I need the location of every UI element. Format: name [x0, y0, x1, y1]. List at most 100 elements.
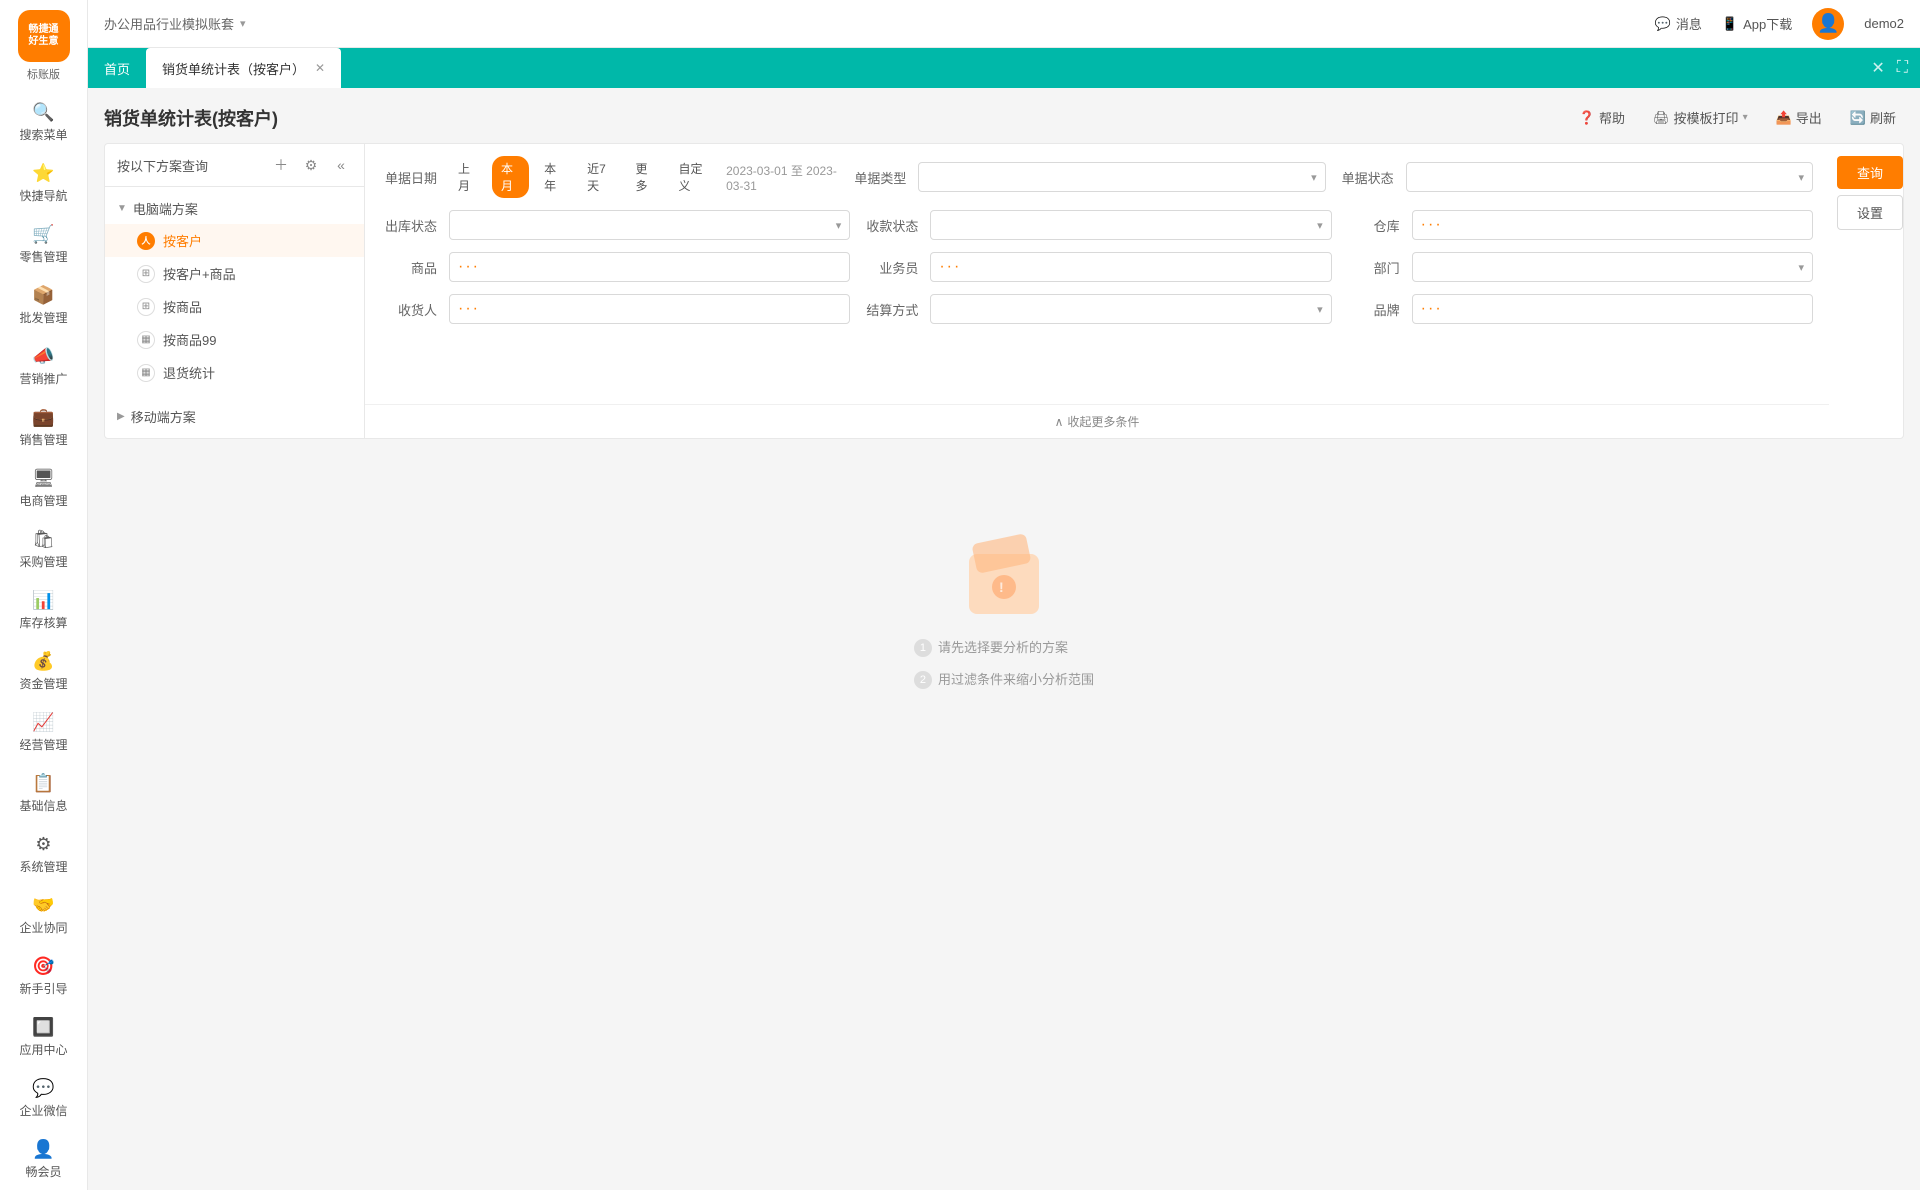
sidebar-item-wholesale[interactable]: 📦 批发管理: [0, 275, 87, 336]
empty-tips: 1 请先选择要分析的方案 2 用过滤条件来缩小分析范围: [914, 635, 1094, 693]
section-mobile-label: 移动端方案: [131, 407, 196, 426]
brand-dots: ···: [1421, 300, 1443, 318]
scheme-item-return-stat[interactable]: ▦ 退货统计: [105, 356, 364, 389]
wechat-icon: 💬: [32, 1078, 54, 1099]
refresh-btn[interactable]: 🔄 刷新: [1842, 104, 1904, 131]
ecom-icon: 🖥: [32, 468, 55, 489]
date-label: 单据日期: [381, 168, 437, 187]
by-goods-label: 按商品: [163, 297, 202, 316]
sidebar-item-ops[interactable]: 📈 经营管理: [0, 702, 87, 763]
department-select[interactable]: ▾: [1412, 252, 1813, 282]
recipient-select[interactable]: ···: [449, 294, 850, 324]
sidebar-item-sales[interactable]: 💼 销售管理: [0, 397, 87, 458]
tab-close-window-icon[interactable]: ✕: [1867, 54, 1888, 82]
filter-row-4: 收货人 ··· 结算方式 ▾ 品牌 ···: [381, 294, 1813, 324]
download-label: App下载: [1743, 14, 1792, 33]
date-btn-custom[interactable]: 自定义: [670, 156, 717, 198]
scheme-add-btn[interactable]: ＋: [270, 154, 292, 176]
appstore-icon: 🔲: [32, 1017, 54, 1038]
query-btn[interactable]: 查询: [1837, 156, 1903, 189]
app-title-dropdown[interactable]: ▾: [240, 17, 246, 30]
scheme-title: 按以下方案查询: [117, 156, 262, 175]
sidebar-item-quicknav[interactable]: ⭐ 快捷导航: [0, 153, 87, 214]
tab-home-label: 首页: [104, 59, 130, 78]
download-icon: 📱: [1722, 16, 1738, 32]
purchase-icon: 🛍: [32, 529, 55, 550]
order-type-select[interactable]: ▾: [918, 162, 1325, 192]
scheme-section-desktop-title[interactable]: ▼ 电脑端方案: [105, 193, 364, 224]
warehouse-dots: ···: [1421, 216, 1443, 234]
by-goods-99-label: 按商品99: [163, 330, 216, 349]
sidebar-item-appstore[interactable]: 🔲 应用中心: [0, 1007, 87, 1068]
scheme-item-by-customer[interactable]: 人 按客户: [105, 224, 364, 257]
scheme-item-by-customer-goods[interactable]: ⊞ 按客户+商品: [105, 257, 364, 290]
user-avatar[interactable]: 👤: [1812, 8, 1844, 40]
sidebar-item-guide[interactable]: 🎯 新手引导: [0, 946, 87, 1007]
scheme-section-mobile-title[interactable]: ▶ 移动端方案: [105, 401, 364, 432]
sidebar-item-system[interactable]: ⚙ 系统管理: [0, 824, 87, 885]
tab-home[interactable]: 首页: [88, 48, 146, 88]
sidebar-item-member[interactable]: 👤 畅会员: [0, 1129, 87, 1190]
filter-fields: 单据日期 上月 本月 本年 近7天 更多 自定义 2023-03-01 至 20…: [365, 144, 1829, 404]
sidebar-item-search[interactable]: 🔍 搜索菜单: [0, 92, 87, 153]
salesman-select[interactable]: ···: [930, 252, 1331, 282]
filter-container: 按以下方案查询 ＋ ⚙ « ▼ 电脑端方案 人 按客户: [104, 143, 1904, 439]
salesman-label: 业务员: [862, 258, 918, 277]
date-btn-thisyear[interactable]: 本年: [535, 156, 572, 198]
filter-right-wrapper: 单据日期 上月 本月 本年 近7天 更多 自定义 2023-03-01 至 20…: [365, 144, 1829, 438]
tab-close-icon[interactable]: ✕: [315, 61, 325, 75]
sidebar-item-ecom[interactable]: 🖥 电商管理: [0, 458, 87, 519]
sidebar-item-inventory[interactable]: 📊 库存核算: [0, 580, 87, 641]
ops-icon: 📈: [32, 712, 54, 733]
sidebar-item-basic[interactable]: 📋 基础信息: [0, 763, 87, 824]
appstore-label: 应用中心: [19, 1041, 67, 1058]
tip1-text: 请先选择要分析的方案: [938, 635, 1068, 661]
scheme-settings-btn[interactable]: ⚙: [300, 154, 322, 176]
app-download-btn[interactable]: 📱 App下载: [1722, 14, 1792, 33]
brand-select[interactable]: ···: [1412, 294, 1813, 324]
order-status-select[interactable]: ▾: [1406, 162, 1813, 192]
user-avatar-img: 👤: [1817, 13, 1839, 34]
scheme-panel: 按以下方案查询 ＋ ⚙ « ▼ 电脑端方案 人 按客户: [105, 144, 365, 438]
sidebar-item-corp[interactable]: 🤝 企业协同: [0, 885, 87, 946]
date-btn-7days[interactable]: 近7天: [578, 156, 620, 198]
tip1-num: 1: [914, 639, 932, 657]
out-status-select[interactable]: ▾: [449, 210, 850, 240]
sidebar-item-purchase[interactable]: 🛍 采购管理: [0, 519, 87, 580]
tab-bar: 首页 销货单统计表（按客户） ✕ ✕ ⛶: [88, 48, 1920, 88]
export-btn[interactable]: 📤 导出: [1768, 104, 1830, 131]
message-btn[interactable]: 💬 消息: [1655, 14, 1702, 33]
sales-label: 销售管理: [19, 431, 67, 448]
sidebar-item-marketing[interactable]: 📣 营销推广: [0, 336, 87, 397]
goods-select[interactable]: ···: [449, 252, 850, 282]
collapse-label: 收起更多条件: [1067, 413, 1139, 430]
guide-icon: 🎯: [32, 956, 54, 977]
section-desktop-label: 电脑端方案: [133, 199, 198, 218]
order-status-arrow: ▾: [1798, 171, 1804, 184]
collapse-bar[interactable]: ∧ 收起更多条件: [365, 404, 1829, 438]
settings-btn[interactable]: 设置: [1837, 195, 1903, 230]
sidebar-item-retail[interactable]: 🛒 零售管理: [0, 214, 87, 275]
scheme-item-by-goods-99[interactable]: ▦ 按商品99: [105, 323, 364, 356]
empty-illustration: !: [944, 519, 1064, 619]
goods-scheme-icon: ⊞: [137, 298, 155, 316]
help-btn[interactable]: ❓ 帮助: [1571, 104, 1633, 131]
scheme-item-by-goods[interactable]: ⊞ 按商品: [105, 290, 364, 323]
scheme-collapse-btn[interactable]: «: [330, 154, 352, 176]
sidebar: 畅捷通好生意 标账版 🔍 搜索菜单 ⭐ 快捷导航 🛒 零售管理 📦 批发管理 📣…: [0, 0, 88, 1190]
filter-row-3: 商品 ··· 业务员 ··· 部门 ▾: [381, 252, 1813, 282]
tab-sales-stat[interactable]: 销货单统计表（按客户） ✕: [146, 48, 341, 88]
payment-status-select[interactable]: ▾: [930, 210, 1331, 240]
print-btn[interactable]: 🖨 按模板打印 ▾: [1645, 104, 1756, 131]
date-btn-more[interactable]: 更多: [626, 156, 663, 198]
help-label: 帮助: [1599, 108, 1625, 127]
date-btn-thismonth[interactable]: 本月: [492, 156, 529, 198]
settlement-select[interactable]: ▾: [930, 294, 1331, 324]
finance-label: 资金管理: [19, 675, 67, 692]
print-icon: 🖨: [1653, 110, 1670, 126]
warehouse-select[interactable]: ···: [1412, 210, 1813, 240]
sidebar-item-finance[interactable]: 💰 资金管理: [0, 641, 87, 702]
tab-maximize-icon[interactable]: ⛶: [1893, 55, 1912, 81]
date-btn-lastmonth[interactable]: 上月: [449, 156, 486, 198]
sidebar-item-wechat[interactable]: 💬 企业微信: [0, 1068, 87, 1129]
